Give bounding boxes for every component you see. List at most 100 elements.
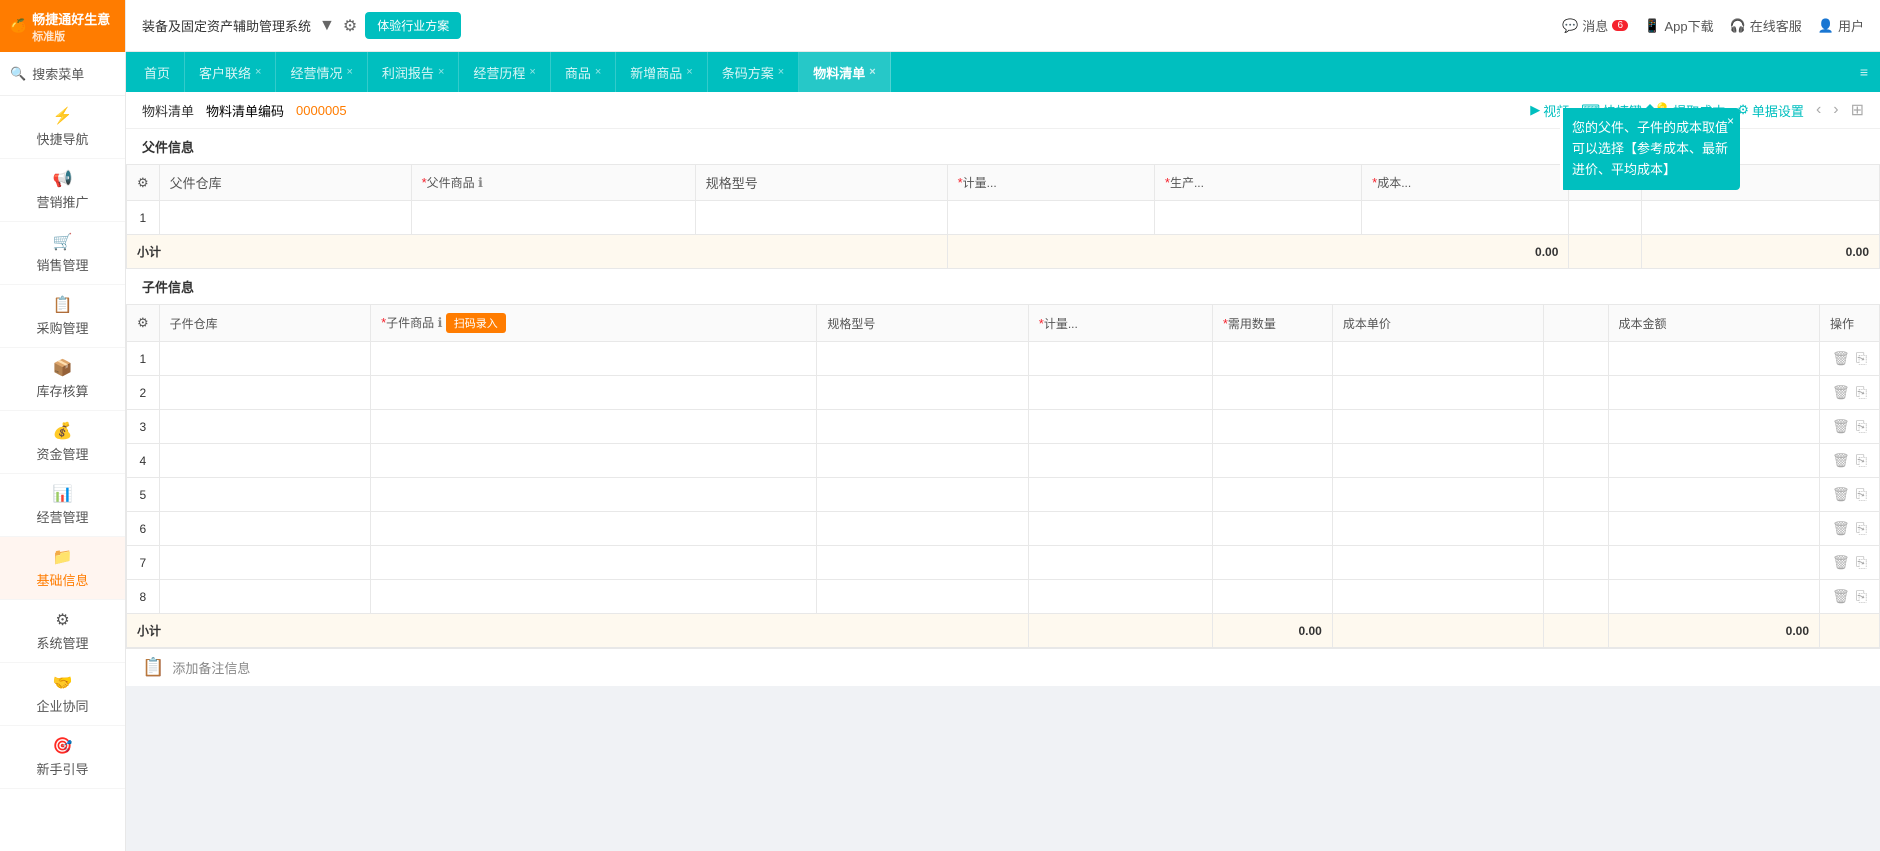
tab-customer[interactable]: 客户联络 × bbox=[185, 52, 276, 92]
child-cell-spec-4[interactable] bbox=[817, 444, 1028, 478]
child-cell-qty-7[interactable] bbox=[1212, 546, 1332, 580]
child-cell-warehouse-3[interactable] bbox=[159, 410, 370, 444]
parent-cell-spec[interactable] bbox=[695, 201, 947, 235]
child-cell-unit-8[interactable] bbox=[1028, 580, 1212, 614]
tab-customer-close[interactable]: × bbox=[255, 66, 261, 78]
copy-icon-6[interactable]: ⎘ bbox=[1856, 520, 1867, 537]
child-cell-spec-7[interactable] bbox=[817, 546, 1028, 580]
child-cell-spec-2[interactable] bbox=[817, 376, 1028, 410]
child-cell-unit-cost-3[interactable] bbox=[1332, 410, 1543, 444]
child-cell-qty-8[interactable] bbox=[1212, 580, 1332, 614]
child-cell-spec-3[interactable] bbox=[817, 410, 1028, 444]
tab-profit[interactable]: 利润报告 × bbox=[368, 52, 459, 92]
child-cell-unit-cost-5[interactable] bbox=[1332, 478, 1543, 512]
child-cell-unit-cost-2[interactable] bbox=[1332, 376, 1543, 410]
copy-icon-8[interactable]: ⎘ bbox=[1856, 588, 1867, 605]
child-cell-product-8[interactable] bbox=[371, 580, 817, 614]
layout-grid-icon[interactable]: ⊞ bbox=[1851, 100, 1864, 120]
child-cell-product-5[interactable] bbox=[371, 478, 817, 512]
child-cell-spec-8[interactable] bbox=[817, 580, 1028, 614]
child-gear-icon[interactable]: ⚙ bbox=[137, 315, 149, 330]
copy-icon-2[interactable]: ⎘ bbox=[1856, 384, 1867, 401]
child-cell-unit-7[interactable] bbox=[1028, 546, 1212, 580]
child-cell-unit-cost-6[interactable] bbox=[1332, 512, 1543, 546]
tab-new-goods-close[interactable]: × bbox=[686, 66, 692, 78]
delete-icon-6[interactable]: 🗑 bbox=[1832, 520, 1850, 537]
delete-icon-4[interactable]: 🗑 bbox=[1832, 452, 1850, 469]
child-cell-warehouse-1[interactable] bbox=[159, 342, 370, 376]
parent-gear-icon[interactable]: ⚙ bbox=[137, 175, 149, 190]
child-cell-product-2[interactable] bbox=[371, 376, 817, 410]
child-cell-qty-3[interactable] bbox=[1212, 410, 1332, 444]
sidebar-item-purchase[interactable]: 📋 采购管理 bbox=[0, 285, 125, 348]
settings-gear-icon[interactable]: ⚙ bbox=[343, 16, 357, 36]
delete-icon-8[interactable]: 🗑 bbox=[1832, 588, 1850, 605]
child-cell-qty-4[interactable] bbox=[1212, 444, 1332, 478]
child-cell-unit-5[interactable] bbox=[1028, 478, 1212, 512]
tab-goods-close[interactable]: × bbox=[595, 66, 601, 78]
close-all-tabs-button[interactable]: ≡ bbox=[1852, 64, 1876, 80]
parent-cell-unit[interactable] bbox=[947, 201, 1154, 235]
tab-bom-close[interactable]: × bbox=[869, 66, 875, 78]
tab-operations-close[interactable]: × bbox=[346, 66, 352, 78]
trial-button[interactable]: 体验行业方案 bbox=[365, 12, 461, 39]
app-download-button[interactable]: 📱 App下载 bbox=[1644, 16, 1713, 35]
sidebar-search-area[interactable]: 🔍 搜索菜单 bbox=[0, 52, 125, 96]
delete-icon-2[interactable]: 🗑 bbox=[1832, 384, 1850, 401]
child-cell-product-4[interactable] bbox=[371, 444, 817, 478]
tab-profit-close[interactable]: × bbox=[438, 66, 444, 78]
dropdown-arrow-icon[interactable]: ▼ bbox=[319, 17, 335, 35]
sidebar-item-quick-nav[interactable]: ⚡ 快捷导航 bbox=[0, 96, 125, 159]
child-cell-warehouse-8[interactable] bbox=[159, 580, 370, 614]
copy-icon-3[interactable]: ⎘ bbox=[1856, 418, 1867, 435]
tab-history[interactable]: 经营历程 × bbox=[459, 52, 550, 92]
child-cell-qty-6[interactable] bbox=[1212, 512, 1332, 546]
child-cell-product-7[interactable] bbox=[371, 546, 817, 580]
delete-icon-3[interactable]: 🗑 bbox=[1832, 418, 1850, 435]
child-cell-warehouse-4[interactable] bbox=[159, 444, 370, 478]
parent-cell-cost[interactable] bbox=[1362, 201, 1569, 235]
tab-bom[interactable]: 物料清单 × bbox=[799, 52, 890, 92]
child-cell-unit-cost-1[interactable] bbox=[1332, 342, 1543, 376]
child-cell-unit-6[interactable] bbox=[1028, 512, 1212, 546]
child-cell-unit-2[interactable] bbox=[1028, 376, 1212, 410]
copy-icon-4[interactable]: ⎘ bbox=[1856, 452, 1867, 469]
child-cell-product-6[interactable] bbox=[371, 512, 817, 546]
child-cell-warehouse-6[interactable] bbox=[159, 512, 370, 546]
child-cell-unit-1[interactable] bbox=[1028, 342, 1212, 376]
tab-home[interactable]: 首页 bbox=[130, 52, 185, 92]
child-cell-warehouse-5[interactable] bbox=[159, 478, 370, 512]
tab-barcode[interactable]: 条码方案 × bbox=[708, 52, 799, 92]
sidebar-item-marketing[interactable]: 📢 营销推广 bbox=[0, 159, 125, 222]
sidebar-item-operations[interactable]: 📊 经营管理 bbox=[0, 474, 125, 537]
messages-button[interactable]: 💬 消息 6 bbox=[1562, 16, 1628, 35]
copy-icon-1[interactable]: ⎘ bbox=[1856, 350, 1867, 367]
scan-input-button[interactable]: 扫码录入 bbox=[446, 313, 506, 333]
tooltip-close-button[interactable]: × bbox=[1727, 112, 1734, 131]
copy-icon-5[interactable]: ⎘ bbox=[1856, 486, 1867, 503]
search-menu-button[interactable]: 🔍 搜索菜单 bbox=[10, 60, 115, 87]
child-cell-unit-3[interactable] bbox=[1028, 410, 1212, 444]
parent-cell-warehouse[interactable] bbox=[159, 201, 411, 235]
single-settings-button[interactable]: ⚙ 单据设置 bbox=[1737, 101, 1804, 120]
parent-cell-product[interactable] bbox=[411, 201, 695, 235]
child-cell-qty-1[interactable] bbox=[1212, 342, 1332, 376]
child-cell-warehouse-7[interactable] bbox=[159, 546, 370, 580]
child-cell-spec-1[interactable] bbox=[817, 342, 1028, 376]
tab-goods[interactable]: 商品 × bbox=[551, 52, 616, 92]
delete-icon-7[interactable]: 🗑 bbox=[1832, 554, 1850, 571]
child-cell-product-3[interactable] bbox=[371, 410, 817, 444]
sidebar-item-system[interactable]: ⚙ 系统管理 bbox=[0, 600, 125, 663]
child-cell-unit-4[interactable] bbox=[1028, 444, 1212, 478]
sidebar-item-guide[interactable]: 🎯 新手引导 bbox=[0, 726, 125, 789]
parent-cell-production[interactable] bbox=[1154, 201, 1361, 235]
child-cell-unit-cost-7[interactable] bbox=[1332, 546, 1543, 580]
delete-icon-5[interactable]: 🗑 bbox=[1832, 486, 1850, 503]
tab-new-goods[interactable]: 新增商品 × bbox=[616, 52, 707, 92]
sidebar-item-basic-info[interactable]: 📁 基础信息 bbox=[0, 537, 125, 600]
tab-operations[interactable]: 经营情况 × bbox=[276, 52, 367, 92]
nav-prev-icon[interactable]: ‹ bbox=[1816, 101, 1821, 119]
sidebar-item-sales[interactable]: 🛒 销售管理 bbox=[0, 222, 125, 285]
nav-next-icon[interactable]: › bbox=[1833, 101, 1838, 119]
sidebar-item-inventory[interactable]: 📦 库存核算 bbox=[0, 348, 125, 411]
